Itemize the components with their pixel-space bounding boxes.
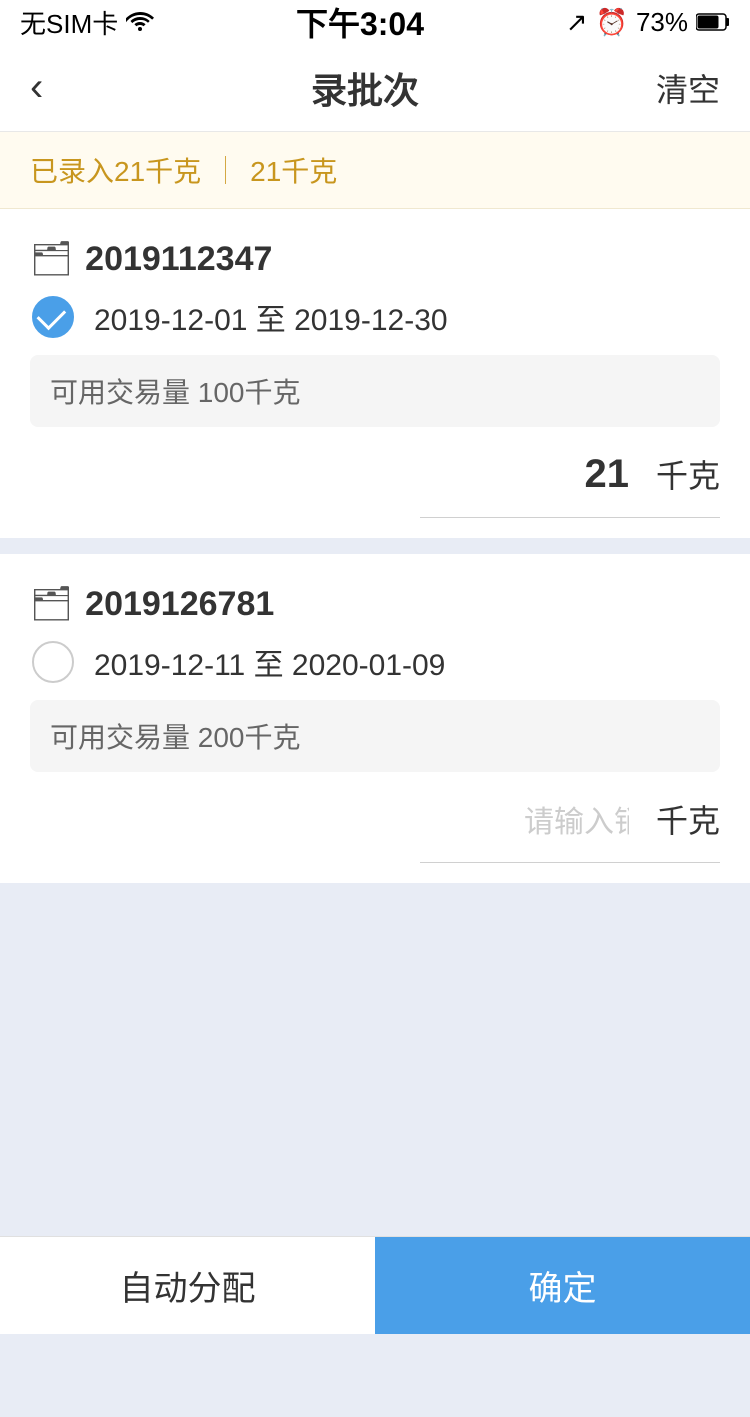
summary-divider xyxy=(225,156,226,184)
batch-2-available: 可用交易量 200千克 xyxy=(30,700,720,772)
alarm-icon: ⏰ xyxy=(596,7,628,38)
batch-2-id: 2019126781 xyxy=(85,585,274,624)
clear-button[interactable]: 清空 xyxy=(640,65,720,111)
section-separator-2 xyxy=(0,883,750,899)
batch-2-header: 🗂 2019126781 xyxy=(30,584,720,624)
sim-status: 无SIM卡 xyxy=(20,4,118,41)
page-title: 录批次 xyxy=(311,62,419,114)
location-icon: ↗ xyxy=(566,7,588,38)
batch-1-available: 可用交易量 100千克 xyxy=(30,355,720,427)
batch-1-radio[interactable] xyxy=(32,296,74,338)
batch-1-date: 2019-12-01 至 2019-12-30 xyxy=(94,295,448,339)
confirm-button[interactable]: 确定 xyxy=(375,1237,750,1334)
status-bar: 无SIM卡 下午3:04 ↗ ⏰ 73% xyxy=(0,0,750,44)
batch-2-qty-row: 千克 xyxy=(30,772,720,862)
batch-1-unit: 千克 xyxy=(656,451,720,497)
section-separator-1 xyxy=(0,538,750,554)
batch-item-1: 🗂 2019112347 2019-12-01 至 2019-12-30 可用交… xyxy=(0,209,750,538)
summary-bar: 已录入21千克 21千克 xyxy=(0,132,750,209)
batch-2-icon: 🗂 xyxy=(30,584,73,624)
batch-2-unit: 千克 xyxy=(656,796,720,842)
batch-1-qty-row: 千克 xyxy=(30,427,720,517)
batch-item-2-body: 🗂 2019126781 2019-12-11 至 2020-01-09 可用交… xyxy=(0,554,750,883)
summary-total: 21千克 xyxy=(250,150,337,190)
batch-1-date-row: 2019-12-01 至 2019-12-30 xyxy=(30,295,720,339)
status-time: 下午3:04 xyxy=(296,0,424,45)
battery-icon xyxy=(696,7,730,38)
auto-distribute-button[interactable]: 自动分配 xyxy=(0,1237,375,1334)
batch-item-2: 🗂 2019126781 2019-12-11 至 2020-01-09 可用交… xyxy=(0,554,750,883)
battery-percent: 73% xyxy=(636,7,688,38)
batch-2-date-row: 2019-12-11 至 2020-01-09 xyxy=(30,640,720,684)
back-button[interactable]: ‹ xyxy=(30,65,90,110)
batch-1-id: 2019112347 xyxy=(85,240,272,279)
status-left: 无SIM卡 xyxy=(20,4,154,41)
batch-item-1-body: 🗂 2019112347 2019-12-01 至 2019-12-30 可用交… xyxy=(0,209,750,538)
batch-1-qty-input[interactable] xyxy=(524,452,644,497)
batch-1-header: 🗂 2019112347 xyxy=(30,239,720,279)
batch-2-date: 2019-12-11 至 2020-01-09 xyxy=(94,640,445,684)
status-right: ↗ ⏰ 73% xyxy=(566,7,730,38)
bottom-bar: 自动分配 确定 xyxy=(0,1236,750,1334)
batch-2-radio[interactable] xyxy=(32,641,74,683)
wifi-icon xyxy=(126,7,154,38)
nav-bar: ‹ 录批次 清空 xyxy=(0,44,750,132)
batch-1-icon: 🗂 xyxy=(30,239,73,279)
summary-recorded: 已录入21千克 xyxy=(30,150,201,190)
batch-2-qty-input[interactable] xyxy=(524,797,644,842)
